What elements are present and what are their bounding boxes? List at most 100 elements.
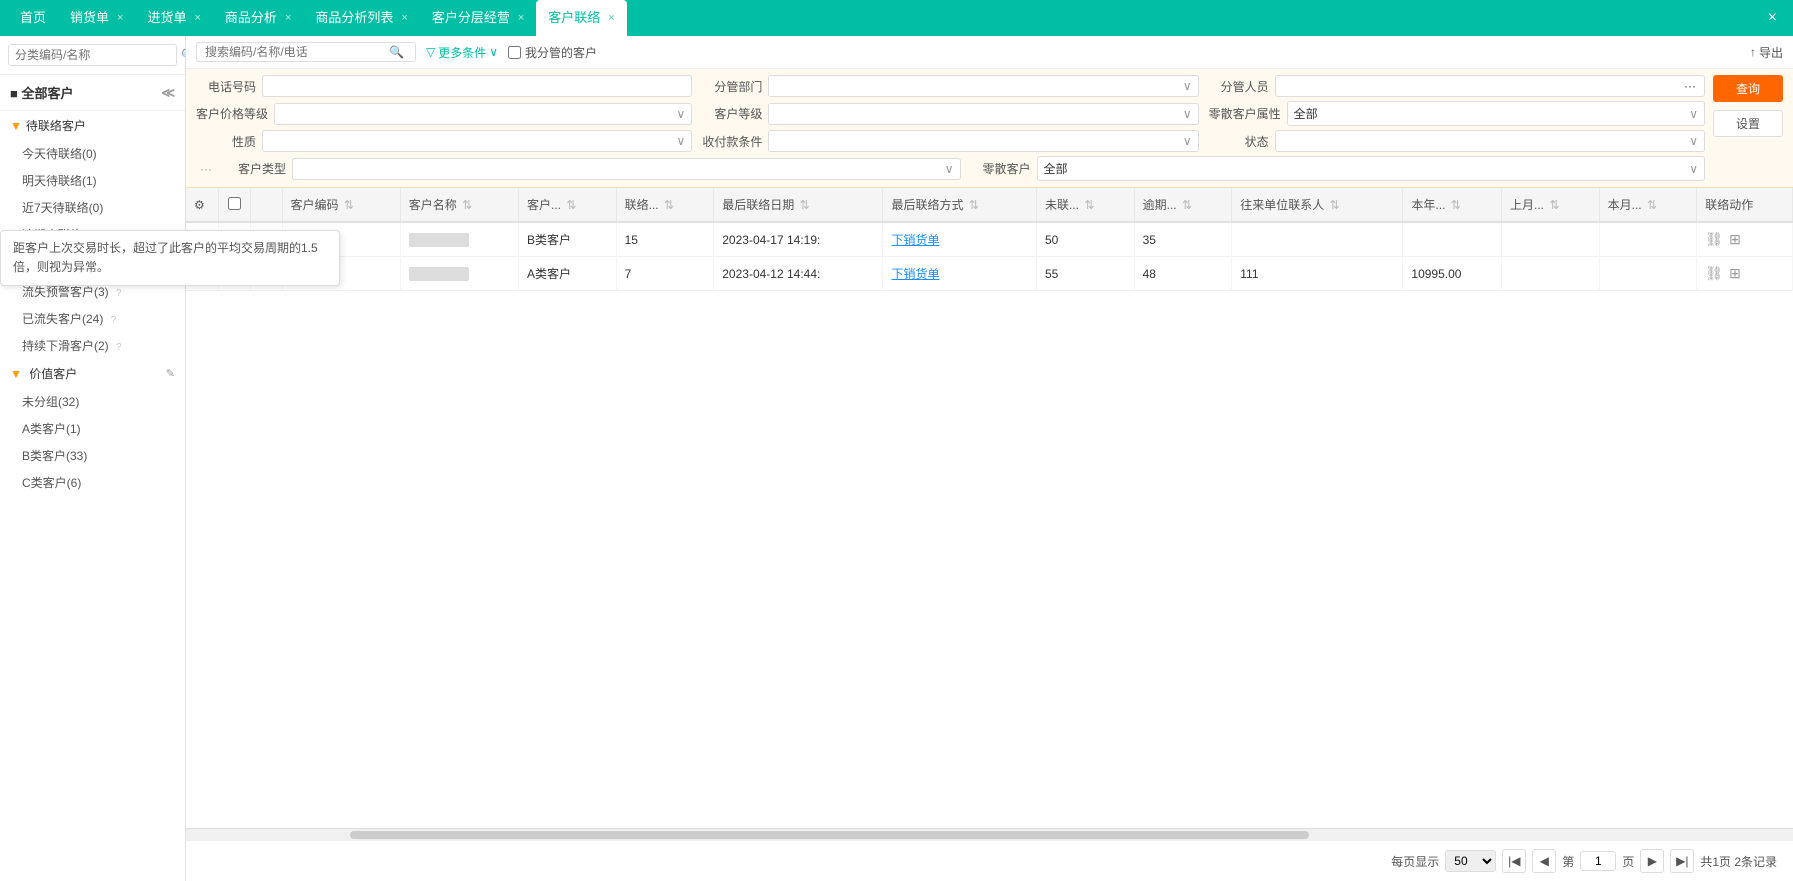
link-icon[interactable]: ⛓ [1705, 231, 1723, 248]
sidebar-pending-group[interactable]: ▼ 待联络客户 [0, 111, 185, 140]
grid-icon[interactable]: ⊞ [1729, 231, 1741, 248]
nav-sales-order[interactable]: 销货单 × [58, 0, 135, 36]
sort-icon[interactable]: ⇅ [462, 198, 472, 212]
sidebar-search-input[interactable] [8, 44, 177, 66]
nav-product-analysis[interactable]: 商品分析 × [213, 0, 303, 36]
edit-icon[interactable]: ✎ [166, 367, 175, 380]
sort-icon[interactable]: ⇅ [1330, 198, 1340, 212]
settings-button[interactable]: 设置 [1713, 110, 1783, 137]
col-last-contact-method[interactable]: 最后联络方式 ⇅ [883, 188, 1037, 222]
my-customers-checkbox[interactable]: 我分管的客户 [508, 44, 597, 61]
export-icon: ↑ [1750, 45, 1756, 59]
col-overdue[interactable]: 逾期... ⇅ [1134, 188, 1232, 222]
close-icon[interactable]: × [608, 0, 614, 36]
col-last-month[interactable]: 上月... ⇅ [1502, 188, 1600, 222]
nav-customer-contact[interactable]: 客户联络 × [536, 0, 626, 36]
sort-icon[interactable]: ⇅ [344, 198, 354, 212]
col-customer-type[interactable]: 客户... ⇅ [518, 188, 616, 222]
customer-type-select[interactable]: ∨ [292, 158, 961, 180]
gear-icon[interactable]: ⚙ [194, 198, 205, 212]
sort-icon[interactable]: ⇅ [800, 198, 810, 212]
price-level-select[interactable]: ∨ [274, 103, 692, 125]
horizontal-scrollbar[interactable] [186, 828, 1793, 840]
customer-level-select[interactable]: ∨ [768, 103, 1198, 125]
col-this-month[interactable]: 本月... ⇅ [1599, 188, 1697, 222]
phone-input[interactable] [269, 79, 685, 93]
filter-more-dots[interactable]: ··· [196, 162, 216, 176]
grid-icon[interactable]: ⊞ [1729, 265, 1741, 282]
sort-icon[interactable]: ⇅ [1084, 198, 1094, 212]
dots-icon: ··· [1684, 79, 1696, 93]
sidebar-item-declining[interactable]: 持续下滑客户(2) ? [0, 332, 185, 359]
sidebar-item-today-pending[interactable]: 今天待联络(0) [0, 140, 185, 167]
close-icon[interactable]: × [117, 0, 123, 36]
sort-icon[interactable]: ⇅ [1451, 198, 1461, 212]
row-name[interactable] [400, 257, 518, 291]
nature-select[interactable]: ∨ [262, 130, 692, 152]
person-dots[interactable]: ··· [1275, 75, 1705, 97]
col-action: 联络动作 [1697, 188, 1793, 222]
first-page-button[interactable]: |◀ [1502, 849, 1526, 873]
col-checkbox[interactable] [218, 188, 250, 222]
sidebar-item-tomorrow-pending[interactable]: 明天待联络(1) [0, 167, 185, 194]
status-select[interactable]: ∨ [1275, 130, 1705, 152]
export-button[interactable]: ↑ 导出 [1750, 44, 1783, 61]
sidebar-collapse-icon[interactable]: ≪ [161, 85, 175, 101]
select-all-checkbox[interactable] [228, 197, 241, 210]
sort-icon[interactable]: ⇅ [1647, 198, 1657, 212]
col-this-year[interactable]: 本年... ⇅ [1403, 188, 1502, 222]
sidebar-item-c-class[interactable]: C类客户(6) [0, 469, 185, 496]
nav-purchase-order[interactable]: 进货单 × [135, 0, 212, 36]
sidebar-item-a-class[interactable]: A类客户(1) [0, 415, 185, 442]
sidebar-value-group[interactable]: ▼ 价值客户 ✎ [0, 359, 185, 388]
more-conditions-button[interactable]: ▽ 更多条件 ∨ [426, 44, 498, 61]
sort-icon[interactable]: ⇅ [1549, 198, 1559, 212]
payment-select[interactable]: ∨ [768, 130, 1198, 152]
row-this-month [1599, 222, 1697, 257]
col-contact-count[interactable]: 联络... ⇅ [616, 188, 714, 222]
sort-icon[interactable]: ⇅ [566, 198, 576, 212]
info-icon: ? [116, 342, 122, 353]
row-last-contact-method[interactable]: 下销货单 [883, 222, 1037, 257]
sort-icon[interactable]: ⇅ [664, 198, 674, 212]
col-customer-name[interactable]: 客户名称 ⇅ [400, 188, 518, 222]
sidebar-item-churned[interactable]: 已流失客户(24) ? [0, 305, 185, 332]
search-icon[interactable]: 🔍 [389, 45, 404, 59]
col-last-contact-date[interactable]: 最后联络日期 ⇅ [714, 188, 883, 222]
row-last-contact-method[interactable]: 下销货单 [883, 257, 1037, 291]
close-icon[interactable]: × [518, 0, 524, 36]
page-input[interactable] [1580, 851, 1616, 871]
close-all-button[interactable]: × [1760, 9, 1785, 27]
dept-select[interactable]: ∨ [768, 75, 1198, 97]
row-name[interactable] [400, 222, 518, 257]
link-icon[interactable]: ⛓ [1705, 265, 1723, 282]
close-icon[interactable]: × [401, 0, 407, 36]
nav-product-analysis-list[interactable]: 商品分析列表 × [303, 0, 419, 36]
sort-icon[interactable]: ⇅ [1182, 198, 1192, 212]
next-page-button[interactable]: ▶ [1640, 849, 1664, 873]
sidebar-item-ungrouped[interactable]: 未分组(32) [0, 388, 185, 415]
sidebar-item-b-class[interactable]: B类客户(33) [0, 442, 185, 469]
search-box[interactable]: 🔍 [196, 42, 416, 62]
search-input[interactable] [205, 45, 385, 59]
col-customer-code[interactable]: 客户编码 ⇅ [282, 188, 400, 222]
last-page-button[interactable]: ▶| [1670, 849, 1694, 873]
col-settings[interactable]: ⚙ [186, 188, 218, 222]
col-not-contacted[interactable]: 未联... ⇅ [1036, 188, 1134, 222]
sidebar-item-7day-pending[interactable]: 近7天待联络(0) [0, 194, 185, 221]
scroll-thumb[interactable] [350, 831, 1309, 839]
nav-home[interactable]: 首页 [8, 0, 58, 36]
sidebar-all-customers[interactable]: ■ 全部客户 ≪ [0, 75, 185, 111]
chevron-down-icon: ∨ [1689, 162, 1698, 176]
col-unit-contact[interactable]: 往来单位联系人 ⇅ [1232, 188, 1403, 222]
nav-customer-segment[interactable]: 客户分层经营 × [420, 0, 536, 36]
retail-customer-select[interactable]: 全部 ∨ [1037, 156, 1706, 181]
retail-attr-select[interactable]: 全部 ∨ [1287, 101, 1705, 126]
sort-icon[interactable]: ⇅ [969, 198, 979, 212]
prev-page-button[interactable]: ◀ [1532, 849, 1556, 873]
my-customers-check[interactable] [508, 46, 521, 59]
close-icon[interactable]: × [285, 0, 291, 36]
close-icon[interactable]: × [194, 0, 200, 36]
per-page-select[interactable]: 50 20 100 [1445, 850, 1496, 872]
query-button[interactable]: 查询 [1713, 75, 1783, 102]
